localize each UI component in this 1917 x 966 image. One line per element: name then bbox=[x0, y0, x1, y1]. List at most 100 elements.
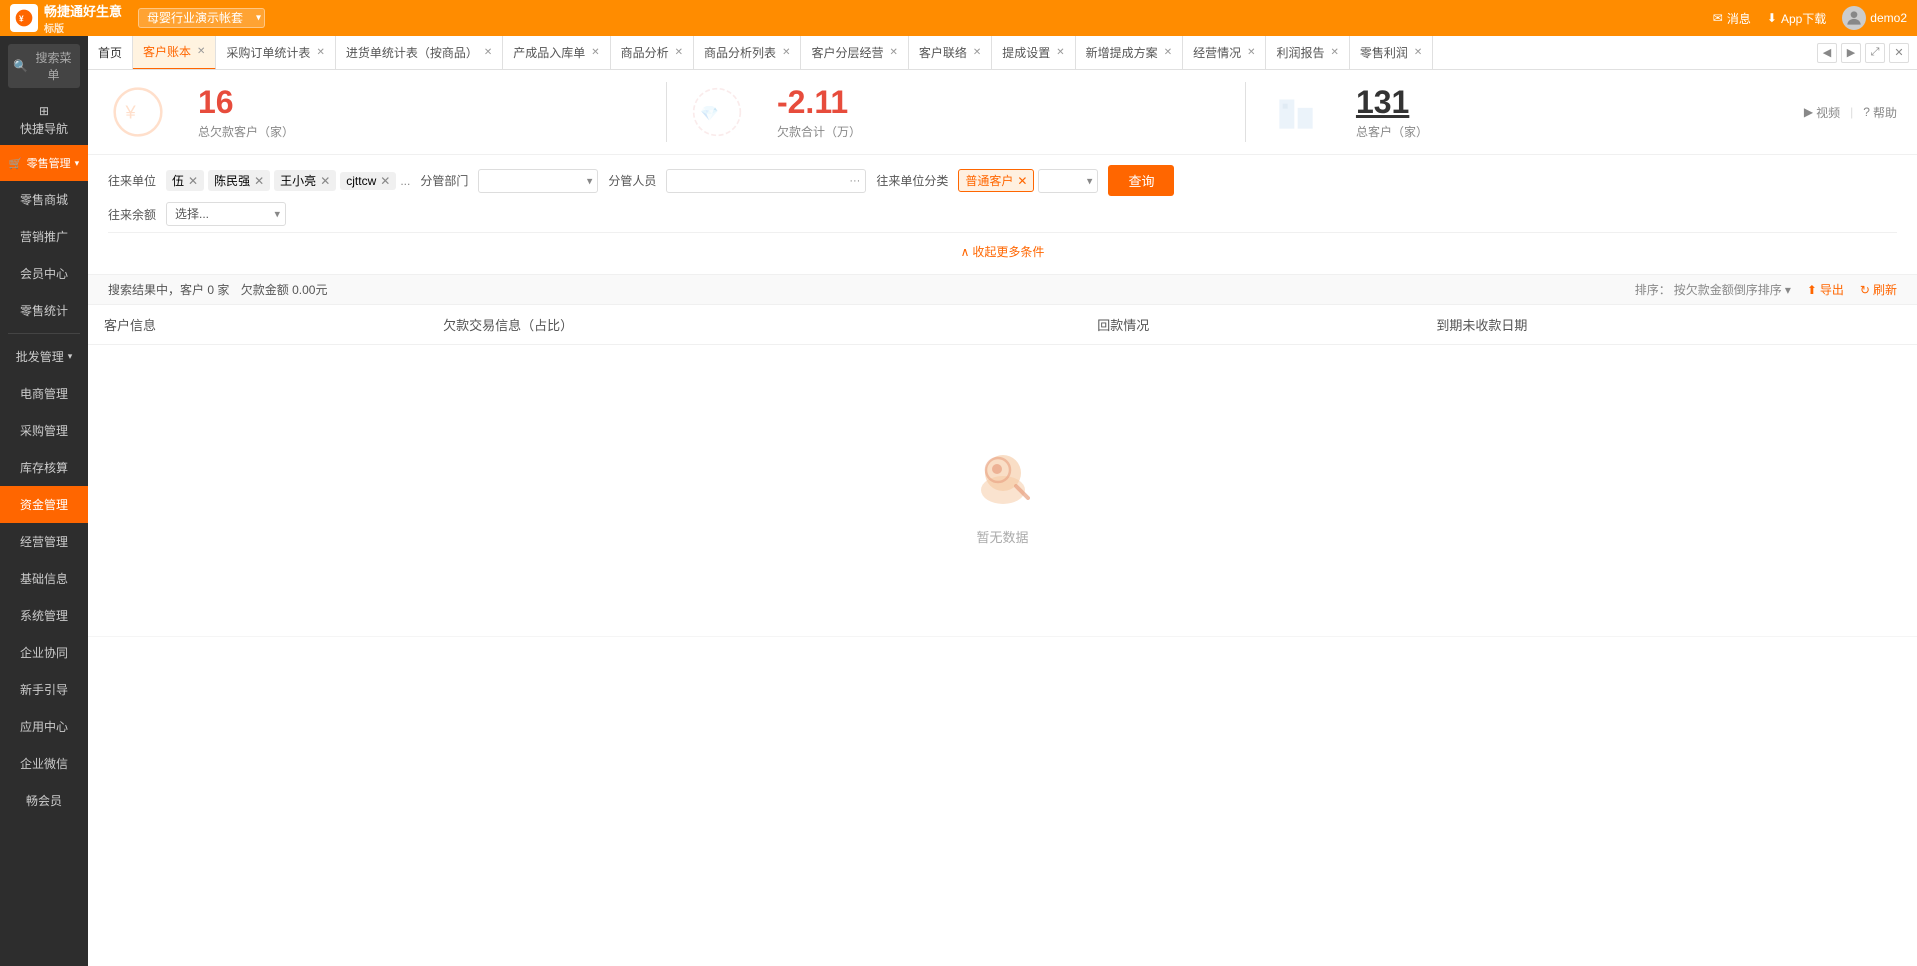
tab-goods-analysis-list[interactable]: 商品分析列表 ✕ bbox=[694, 36, 801, 70]
tab-customer-segment-label: 客户分层经营 bbox=[811, 44, 883, 61]
sidebar-item-retail-mgmt[interactable]: 🛒 零售管理 ▾ bbox=[0, 145, 88, 181]
sidebar-item-enterprise-wechat[interactable]: 企业微信 bbox=[0, 745, 88, 782]
sidebar-item-marketing[interactable]: 营销推广 bbox=[0, 218, 88, 255]
search-menu-btn[interactable]: 🔍 搜索菜单 bbox=[8, 44, 80, 88]
suite-select[interactable]: 母婴行业演示帐套 bbox=[138, 8, 265, 28]
video-label: 视频 bbox=[1816, 104, 1840, 121]
stat-value-2: -2.11 bbox=[777, 84, 848, 121]
tab-next-btn[interactable]: ▶ bbox=[1841, 43, 1861, 63]
tab-bar: 首页 客户账本 ✕ 采购订单统计表 ✕ 进货单统计表（按商品） ✕ 产成品入库单… bbox=[88, 36, 1917, 70]
tab-commission-settings[interactable]: 提成设置 ✕ bbox=[992, 36, 1075, 70]
filter-tag-wu: 伍 ✕ bbox=[166, 170, 204, 191]
video-help-btn[interactable]: ▶ 视频 bbox=[1804, 104, 1840, 121]
tab-customer-contact[interactable]: 客户联络 ✕ bbox=[909, 36, 992, 70]
balance-select-wrapper: 选择... bbox=[166, 202, 286, 226]
tab-commission-settings-label: 提成设置 bbox=[1002, 44, 1050, 61]
tab-home[interactable]: 首页 bbox=[88, 36, 133, 70]
sidebar-item-member-center[interactable]: 会员中心 bbox=[0, 255, 88, 292]
dept-select[interactable] bbox=[478, 169, 598, 193]
sidebar-item-sys-mgmt[interactable]: 系统管理 bbox=[0, 597, 88, 634]
user-btn[interactable]: demo2 bbox=[1842, 6, 1907, 30]
tab-customer-contact-close[interactable]: ✕ bbox=[973, 47, 981, 58]
tab-retail-profit-label: 零售利润 bbox=[1360, 44, 1408, 61]
tab-goods-analysis[interactable]: 商品分析 ✕ bbox=[611, 36, 694, 70]
stat-block-3: 131 总客户（家） bbox=[1336, 84, 1468, 140]
sidebar-item-ecommerce[interactable]: 电商管理 bbox=[0, 375, 88, 412]
app-container: ¥ 畅捷通好生意 标版 母婴行业演示帐套 ▾ ✉ 消息 ⬇ App下载 bbox=[0, 0, 1917, 966]
refresh-btn[interactable]: ↻ 刷新 bbox=[1860, 281, 1897, 298]
stat-block-1: 16 总欠款客户（家） bbox=[178, 84, 334, 140]
sidebar-item-quick-nav[interactable]: ⊞ 快捷导航 bbox=[0, 96, 88, 145]
filter-tag-wang-close[interactable]: ✕ bbox=[320, 174, 330, 188]
sidebar-item-chang-member[interactable]: 畅会员 bbox=[0, 782, 88, 819]
export-btn[interactable]: ⬆ 导出 bbox=[1807, 281, 1844, 298]
sidebar-item-app-center[interactable]: 应用中心 bbox=[0, 708, 88, 745]
svg-text:¥: ¥ bbox=[19, 13, 24, 23]
tab-commission-settings-close[interactable]: ✕ bbox=[1056, 47, 1064, 58]
sidebar-item-inventory[interactable]: 库存核算 bbox=[0, 449, 88, 486]
sidebar-item-basic-info[interactable]: 基础信息 bbox=[0, 560, 88, 597]
sidebar-item-enterprise-collab[interactable]: 企业协同 bbox=[0, 634, 88, 671]
stat-group-3: 131 总客户（家） bbox=[1266, 82, 1804, 142]
tab-goods-purchase-stats[interactable]: 进货单统计表（按商品） ✕ bbox=[336, 36, 503, 70]
filter-more-btn[interactable]: ... bbox=[400, 174, 410, 188]
filter-tag-chen-close[interactable]: ✕ bbox=[254, 174, 264, 188]
filter-tag-wu-close[interactable]: ✕ bbox=[188, 174, 198, 188]
tab-prev-btn[interactable]: ◀ bbox=[1817, 43, 1837, 63]
category-select[interactable] bbox=[1038, 169, 1098, 193]
result-info: 搜索结果中，客户 0 家 欠款金额 0.00元 bbox=[108, 281, 1635, 298]
tab-profit-report-close[interactable]: ✕ bbox=[1331, 47, 1339, 58]
filter-row-2: 往来余额 选择... bbox=[108, 202, 1897, 226]
tab-goods-purchase-stats-close[interactable]: ✕ bbox=[484, 47, 492, 58]
balance-select[interactable]: 选择... bbox=[166, 202, 286, 226]
sidebar-item-retail-stats[interactable]: 零售统计 bbox=[0, 292, 88, 329]
app-download-btn[interactable]: ⬇ App下载 bbox=[1767, 10, 1826, 27]
tab-close-all-btn[interactable]: ✕ bbox=[1889, 43, 1909, 63]
filter-tag-normal-customer-close[interactable]: ✕ bbox=[1017, 174, 1027, 188]
sidebar-item-finance[interactable]: 资金管理 bbox=[0, 486, 88, 523]
result-count-unit: 家 bbox=[217, 283, 229, 297]
tab-retail-profit[interactable]: 零售利润 ✕ bbox=[1350, 36, 1433, 70]
tab-customer-segment-close[interactable]: ✕ bbox=[889, 47, 897, 58]
content-area: 首页 客户账本 ✕ 采购订单统计表 ✕ 进货单统计表（按商品） ✕ 产成品入库单… bbox=[88, 36, 1917, 966]
tab-customer-ledger[interactable]: 客户账本 ✕ bbox=[133, 36, 216, 70]
sidebar-item-retail-mall[interactable]: 零售商城 bbox=[0, 181, 88, 218]
help-doc-btn[interactable]: ? 帮助 bbox=[1863, 104, 1897, 121]
empty-label: 暂无数据 bbox=[976, 527, 1028, 546]
col-due-date: 到期未收款日期 bbox=[1420, 305, 1917, 345]
sidebar-item-purchase-mgmt[interactable]: 采购管理 bbox=[0, 412, 88, 449]
query-btn[interactable]: 查询 bbox=[1108, 165, 1174, 196]
person-input[interactable] bbox=[666, 169, 866, 193]
username: demo2 bbox=[1870, 11, 1907, 25]
tab-goods-analysis-close[interactable]: ✕ bbox=[675, 47, 683, 58]
suite-selector[interactable]: 母婴行业演示帐套 ▾ bbox=[138, 8, 265, 28]
sidebar-item-operations[interactable]: 经营管理 bbox=[0, 523, 88, 560]
tab-maximize-btn[interactable]: ⤢ bbox=[1865, 43, 1885, 63]
sidebar-item-newbie-guide[interactable]: 新手引导 bbox=[0, 671, 88, 708]
tab-product-entry-close[interactable]: ✕ bbox=[591, 47, 599, 58]
tab-customer-segment[interactable]: 客户分层经营 ✕ bbox=[801, 36, 908, 70]
filter-tag-cjttcw-close[interactable]: ✕ bbox=[380, 174, 390, 188]
sidebar-divider-1 bbox=[8, 333, 80, 334]
svg-text:💎: 💎 bbox=[700, 106, 719, 123]
help-icon: ? bbox=[1863, 105, 1870, 119]
tab-add-commission-close[interactable]: ✕ bbox=[1164, 47, 1172, 58]
tab-business-status-close[interactable]: ✕ bbox=[1247, 47, 1255, 58]
export-icon: ⬆ bbox=[1807, 283, 1817, 297]
tab-customer-ledger-close[interactable]: ✕ bbox=[197, 46, 205, 57]
collapse-btn[interactable]: ∧ 收起更多条件 bbox=[108, 239, 1897, 264]
tab-purchase-order-stats[interactable]: 采购订单统计表 ✕ bbox=[216, 36, 335, 70]
messages-btn[interactable]: ✉ 消息 bbox=[1713, 10, 1751, 27]
col-debt-info: 欠款交易信息（占比） bbox=[427, 305, 1081, 345]
tab-profit-report[interactable]: 利润报告 ✕ bbox=[1266, 36, 1349, 70]
stat-divider-1 bbox=[666, 82, 667, 142]
sidebar-item-wholesale-mgmt[interactable]: 批发管理▾ bbox=[0, 338, 88, 375]
sort-btn[interactable]: 排序： 按欠款金额倒序排序 ▾ bbox=[1635, 281, 1791, 298]
category-select-wrapper bbox=[1038, 169, 1098, 193]
tab-goods-analysis-list-close[interactable]: ✕ bbox=[782, 47, 790, 58]
tab-retail-profit-close[interactable]: ✕ bbox=[1414, 47, 1422, 58]
tab-business-status[interactable]: 经营情况 ✕ bbox=[1183, 36, 1266, 70]
tab-purchase-order-stats-close[interactable]: ✕ bbox=[316, 47, 324, 58]
tab-product-entry[interactable]: 产成品入库单 ✕ bbox=[503, 36, 610, 70]
tab-add-commission[interactable]: 新增提成方案 ✕ bbox=[1076, 36, 1183, 70]
